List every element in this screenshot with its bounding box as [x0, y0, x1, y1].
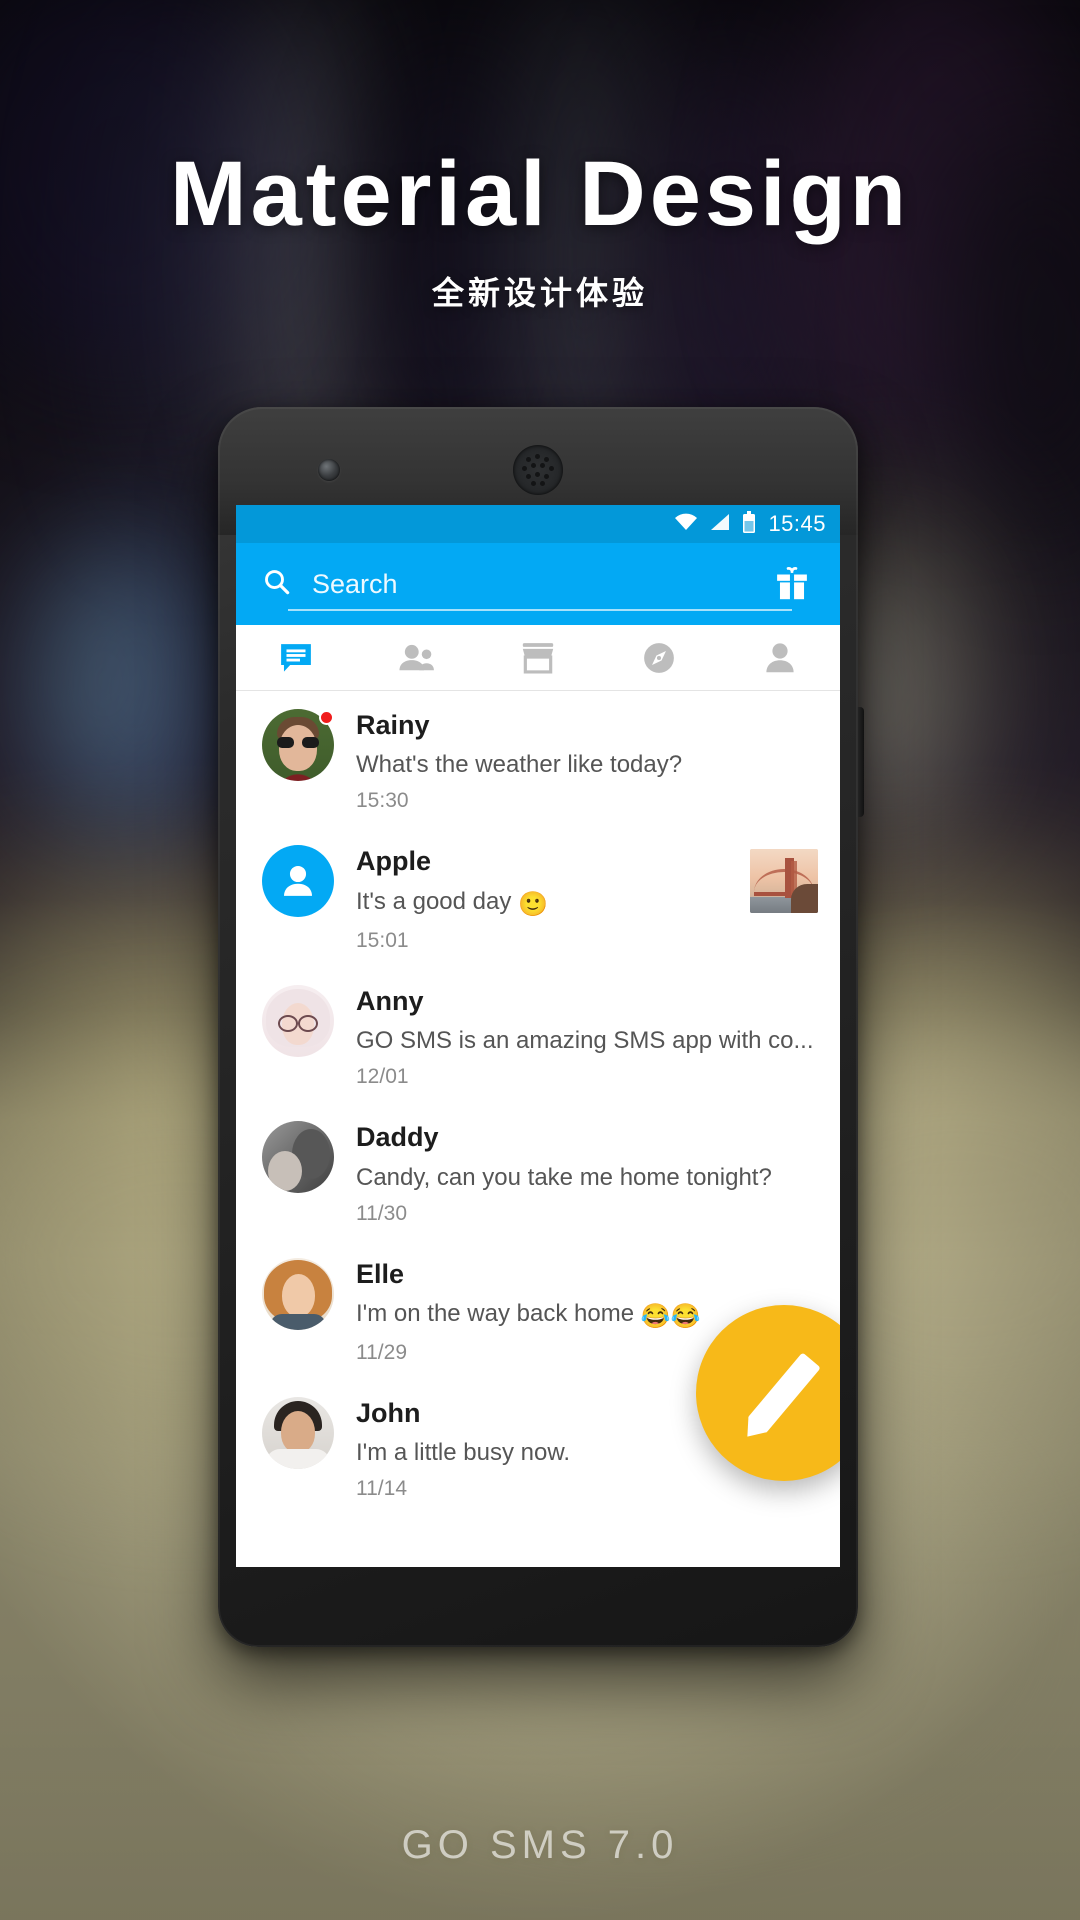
- conversation-row[interactable]: Apple It's a good day 🙂 15:01: [236, 827, 840, 966]
- message-time: 11/30: [356, 1201, 407, 1225]
- phone-mockup: 15:45 Search Rainy What's the weather li…: [218, 407, 864, 1647]
- tab-messages[interactable]: [236, 625, 357, 690]
- emoji-icon: 😂😂: [640, 1302, 701, 1330]
- search-underline: [288, 609, 792, 611]
- message-time: 12/01: [356, 1065, 409, 1089]
- tab-contacts[interactable]: [357, 625, 478, 690]
- status-bar: 15:45: [236, 505, 840, 543]
- signal-icon: [709, 513, 731, 536]
- conversation-row[interactable]: Rainy What's the weather like today? 15:…: [236, 691, 840, 827]
- phone-screen: 15:45 Search Rainy What's the weather li…: [236, 505, 840, 1567]
- emoji-icon: 🙂: [518, 890, 548, 918]
- status-bar-clock: 15:45: [768, 511, 826, 536]
- message-text: I'm on the way back home: [356, 1299, 641, 1327]
- search-icon: [262, 567, 292, 602]
- power-button[interactable]: [856, 707, 864, 817]
- avatar: [262, 845, 334, 918]
- avatar: [262, 1257, 334, 1330]
- contact-name: Elle: [356, 1258, 405, 1289]
- contact-name: Apple: [356, 846, 432, 877]
- message-preview: Candy, can you take me home tonight?: [356, 1163, 772, 1191]
- hero-heading-block: Material Design 全新设计体验: [0, 0, 1080, 314]
- message-preview: It's a good day 🙂: [356, 888, 738, 919]
- message-text: It's a good day: [356, 887, 519, 915]
- conversation-row[interactable]: Daddy Candy, can you take me home tonigh…: [236, 1103, 840, 1239]
- tab-bar: [236, 625, 840, 691]
- message-preview: GO SMS is an amazing SMS app with co...: [356, 1027, 814, 1055]
- front-camera-icon: [318, 459, 340, 481]
- unread-badge: [319, 710, 334, 725]
- battery-icon: [742, 510, 756, 538]
- search-input[interactable]: Search: [312, 569, 398, 600]
- earpiece-speaker-icon: [513, 445, 563, 495]
- avatar: [262, 1121, 334, 1194]
- compose-pencil-icon: [747, 1352, 821, 1434]
- contact-name: Anny: [356, 985, 424, 1016]
- attachment-thumbnail[interactable]: [750, 849, 818, 914]
- gift-icon[interactable]: [770, 562, 814, 606]
- tab-store[interactable]: [478, 625, 599, 690]
- wifi-icon: [674, 513, 698, 536]
- page-title: Material Design: [170, 143, 910, 245]
- avatar: [262, 984, 334, 1057]
- tab-profile[interactable]: [719, 625, 840, 690]
- avatar: [262, 1396, 334, 1469]
- contact-name: Rainy: [356, 710, 430, 740]
- message-preview: What's the weather like today?: [356, 751, 683, 779]
- conversation-row[interactable]: Anny GO SMS is an amazing SMS app with c…: [236, 967, 840, 1103]
- footer-caption: GO SMS 7.0: [401, 1823, 679, 1867]
- search-header: Search: [236, 543, 840, 625]
- message-time: 15:01: [356, 928, 409, 952]
- page-subtitle: 全新设计体验: [431, 275, 648, 311]
- tab-discover[interactable]: [598, 625, 719, 690]
- message-time: 11/14: [356, 1477, 407, 1501]
- contact-name: Daddy: [356, 1122, 439, 1153]
- message-time: 15:30: [356, 789, 409, 813]
